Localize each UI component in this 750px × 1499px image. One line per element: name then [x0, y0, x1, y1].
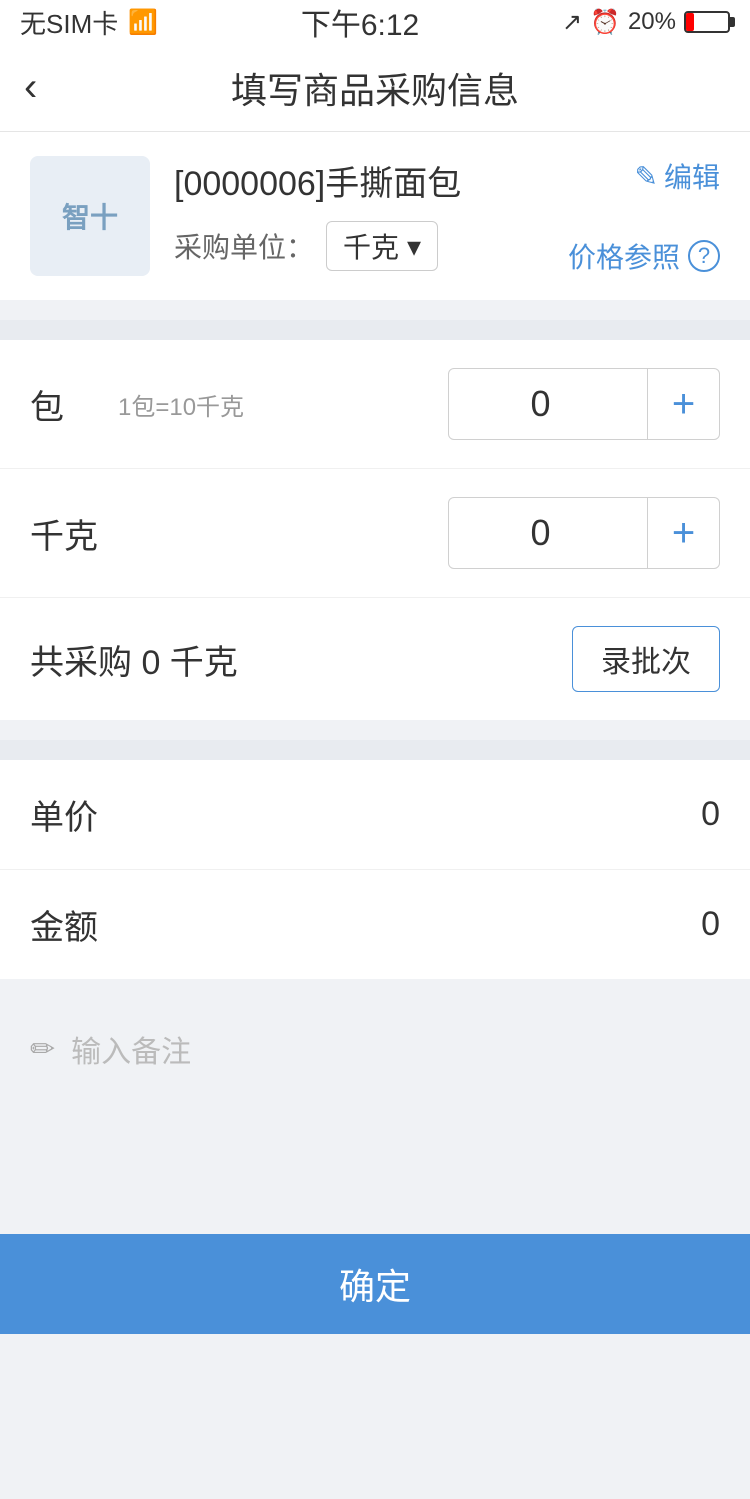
back-button[interactable]: ‹	[24, 65, 37, 110]
kg-label: 千克	[30, 509, 110, 558]
carrier-label: 无SIM卡	[20, 4, 118, 41]
price-ref-label: 价格参照	[568, 236, 680, 276]
summary-text: 共采购 0 千克	[30, 635, 238, 684]
bag-input[interactable]	[448, 368, 648, 440]
battery-percent: 20%	[628, 8, 676, 36]
amount-value: 0	[701, 905, 720, 944]
wifi-icon: 📶	[128, 8, 158, 37]
bag-input-right: +	[448, 368, 720, 440]
edit-icon: ✎	[635, 160, 658, 193]
price-ref-button[interactable]: 价格参照 ?	[568, 236, 720, 276]
nav-bar: ‹ 填写商品采购信息	[0, 44, 750, 132]
section-divider-2	[0, 740, 750, 760]
info-icon: ?	[688, 240, 720, 272]
status-time: 下午6:12	[301, 0, 419, 44]
unit-price-label: 单价	[30, 790, 98, 839]
note-placeholder: 输入备注	[71, 1027, 191, 1071]
alarm-icon: ⏰	[590, 8, 620, 37]
kg-input-row: 千克 +	[0, 469, 750, 598]
kg-input-right: +	[448, 497, 720, 569]
battery-icon	[684, 11, 730, 33]
pencil-icon: ✏	[30, 1032, 55, 1067]
edit-button[interactable]: ✎ 编辑	[635, 156, 720, 196]
status-left: 无SIM卡 📶	[20, 4, 158, 41]
product-card: 智十 [0000006]手撕面包 采购单位： 千克 ▾ ✎ 编辑 价格参照 ?	[0, 132, 750, 300]
kg-plus-button[interactable]: +	[648, 497, 720, 569]
purchase-unit-label: 采购单位：	[174, 226, 314, 266]
product-logo: 智十	[62, 196, 118, 236]
edit-label: 编辑	[664, 156, 720, 196]
amount-label: 金额	[30, 900, 98, 949]
price-section: 单价 0 金额 0	[0, 760, 750, 979]
amount-row: 金额 0	[0, 870, 750, 979]
bag-label: 包	[30, 380, 110, 429]
unit-price-value: 0	[701, 795, 720, 834]
kg-input[interactable]	[448, 497, 648, 569]
note-section[interactable]: ✏ 输入备注	[0, 999, 750, 1099]
status-right: ↗ ⏰ 20%	[562, 8, 730, 37]
bag-plus-button[interactable]: +	[648, 368, 720, 440]
input-section: 包 1包=10千克 + 千克 +	[0, 340, 750, 598]
confirm-button[interactable]: 确定	[0, 1234, 750, 1334]
section-divider-1	[0, 320, 750, 340]
unit-value: 千克	[343, 226, 399, 266]
location-icon: ↗	[562, 8, 582, 37]
product-image: 智十	[30, 156, 150, 276]
page-title: 填写商品采购信息	[231, 62, 519, 114]
batch-button[interactable]: 录批次	[572, 626, 720, 692]
bag-sub-label: 1包=10千克	[118, 387, 244, 422]
bag-input-row: 包 1包=10千克 +	[0, 340, 750, 469]
unit-price-row: 单价 0	[0, 760, 750, 870]
chevron-down-icon: ▾	[407, 230, 421, 263]
unit-select[interactable]: 千克 ▾	[326, 221, 438, 271]
status-bar: 无SIM卡 📶 下午6:12 ↗ ⏰ 20%	[0, 0, 750, 44]
summary-section: 共采购 0 千克 录批次	[0, 598, 750, 720]
